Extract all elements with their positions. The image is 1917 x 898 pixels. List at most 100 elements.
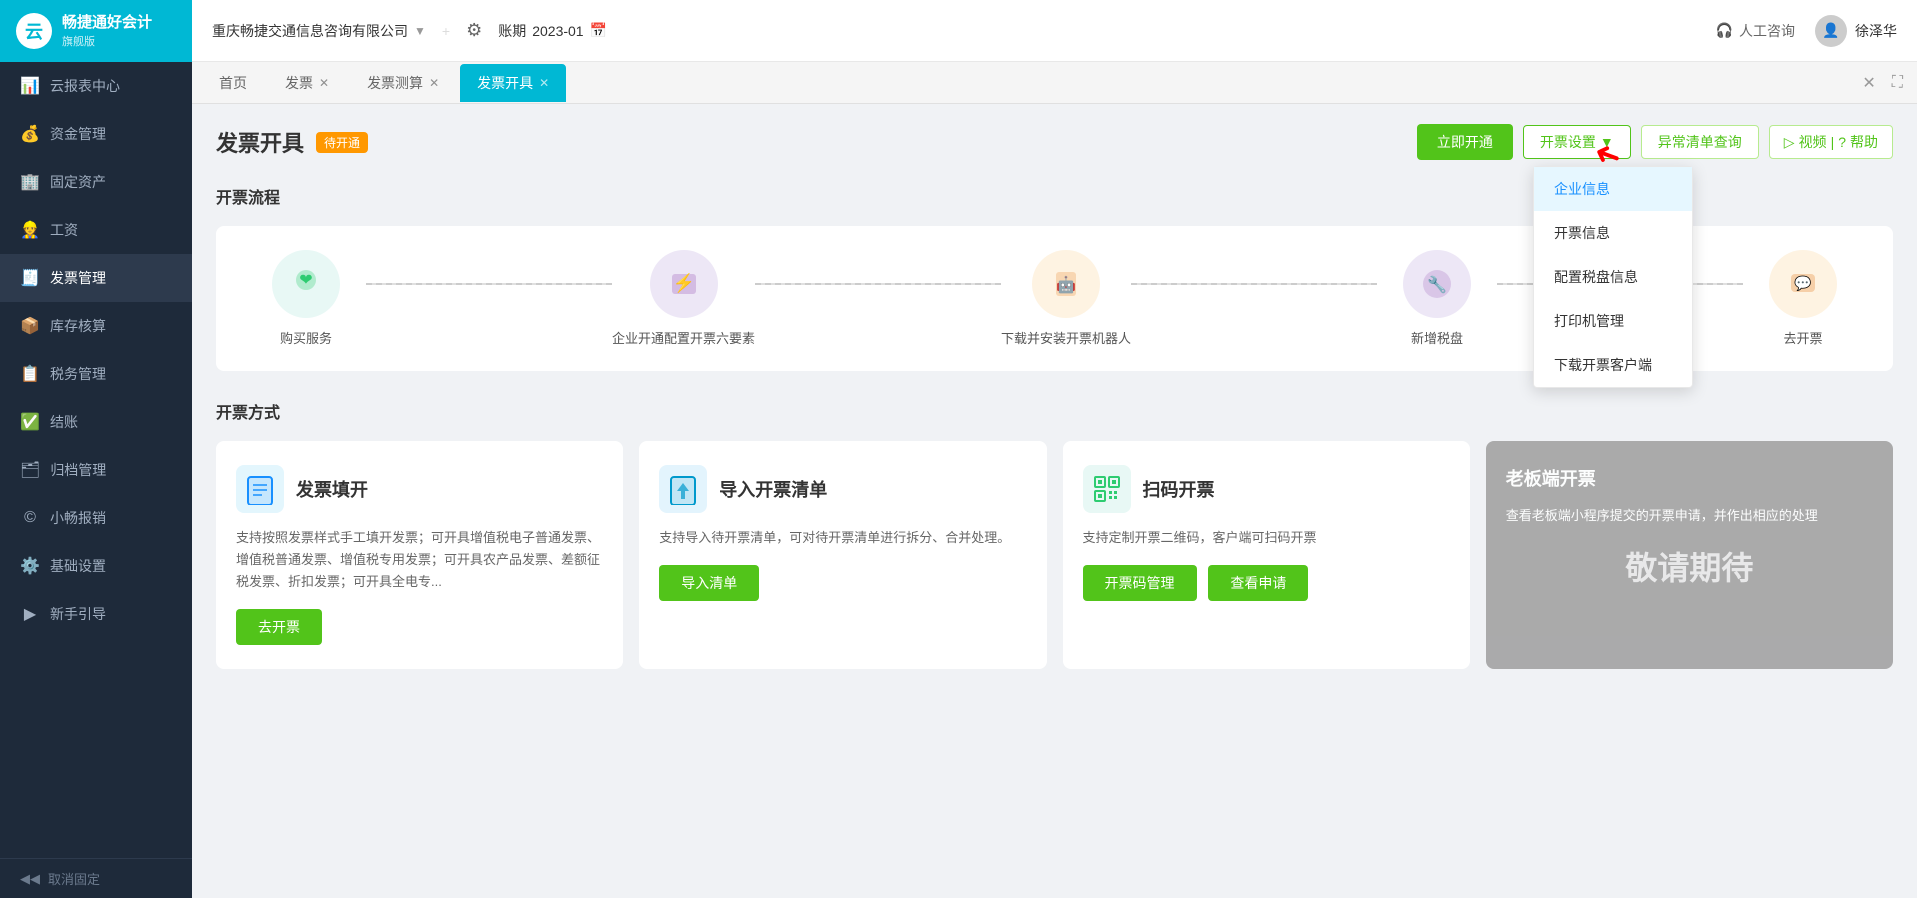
page-content: 发票开具 待开通 立即开通 开票设置 ▼ 异常清单查询 ▷ 视频 | ?: [192, 104, 1917, 898]
status-badge: 待开通: [316, 132, 368, 153]
period-text: 账期: [498, 21, 526, 41]
svg-text:❤: ❤: [299, 272, 312, 289]
main-area: 重庆畅捷交通信息咨询有限公司 ▼ + ⚙ 账期 2023-01 📅 🎧 人工咨询…: [192, 0, 1917, 898]
period-value: 2023-01: [532, 23, 583, 39]
sidebar-item-xiaochang[interactable]: © 小畅报销: [0, 494, 192, 542]
import-card-icon: [659, 465, 707, 513]
gongzi-icon: 👷: [20, 220, 40, 240]
peizhi-label: 配置税盘信息: [1554, 269, 1638, 285]
method-card-import: 导入开票清单 支持导入待开票清单，可对待开票清单进行拆分、合并处理。 导入清单: [639, 441, 1046, 669]
sidebar-item-zijin[interactable]: 💰 资金管理: [0, 110, 192, 158]
logo-icon: 云: [16, 13, 52, 49]
tabbar-actions: ✕ ⛶: [1858, 69, 1907, 97]
tab-fapiaokaiju[interactable]: 发票开具 ✕: [460, 64, 566, 102]
tab-fapiaocesuan-close[interactable]: ✕: [429, 76, 439, 90]
yunbao-icon: 📊: [20, 76, 40, 96]
sidebar-item-jiezhang[interactable]: ✅ 结账: [0, 398, 192, 446]
view-apply-btn[interactable]: 查看申请: [1208, 565, 1308, 601]
flow-step-qukaipiao: 💬 去开票: [1743, 250, 1863, 347]
sidebar-item-yunbao[interactable]: 📊 云报表中心: [0, 62, 192, 110]
sidebar-item-label: 固定资产: [50, 172, 106, 192]
scan-code-btn[interactable]: 开票码管理: [1083, 565, 1197, 601]
flow-connector-2: [755, 283, 1001, 315]
kaipiao-label: 开票信息: [1554, 225, 1610, 241]
method-card-fill: 发票填开 支持按照发票样式手工填开发票；可开具增值税电子普通发票、增值税普通发票…: [216, 441, 623, 669]
dayinji-label: 打印机管理: [1554, 313, 1624, 329]
dropdown-item-peizhi[interactable]: 配置税盘信息: [1534, 255, 1692, 299]
play-icon: ▷: [1784, 134, 1795, 151]
import-card-btn[interactable]: 导入清单: [659, 565, 759, 601]
flow-step-qiyekaipiao: ⚡ 企业开通配置开票六要素: [612, 250, 755, 347]
sidebar-item-jichu[interactable]: ⚙️ 基础设置: [0, 542, 192, 590]
calendar-icon: 📅: [590, 22, 607, 39]
method-boss-header: 老板端开票: [1506, 465, 1873, 491]
topbar-right: 🎧 人工咨询 👤 徐泽华: [1716, 15, 1897, 47]
sidebar-bottom-action[interactable]: ◀◀ 取消固定: [0, 858, 192, 898]
jiezhang-icon: ✅: [20, 412, 40, 432]
company-selector[interactable]: 重庆畅捷交通信息咨询有限公司 ▼: [212, 21, 426, 41]
fill-card-desc: 支持按照发票样式手工填开发票；可开具增值税电子普通发票、增值税普通发票、增值税专…: [236, 527, 603, 593]
settings-icon[interactable]: ⚙: [466, 20, 482, 41]
sidebar-item-guidang[interactable]: 🗂 归档管理: [0, 446, 192, 494]
company-dropdown-icon: ▼: [414, 24, 426, 38]
flow-connector-1: [366, 283, 612, 315]
divider: |: [1831, 134, 1835, 150]
cancel-fixed-icon: ◀◀: [20, 871, 40, 887]
sidebar-item-gongzi[interactable]: 👷 工资: [0, 206, 192, 254]
activate-button[interactable]: 立即开通: [1417, 124, 1513, 160]
fill-card-icon: [236, 465, 284, 513]
tab-home[interactable]: 首页: [202, 64, 264, 102]
abnormal-button[interactable]: 异常清单查询: [1641, 125, 1759, 159]
scan-card-title: 扫码开票: [1143, 476, 1215, 502]
jichu-icon: ⚙️: [20, 556, 40, 576]
dropdown-item-kaipiao[interactable]: 开票信息: [1534, 211, 1692, 255]
methods-section: 开票方式 发票填开 支持按照发票样式手工填开发票；可开具增值税电子普通发票、增值…: [216, 399, 1893, 669]
tab-fapiao-close[interactable]: ✕: [319, 76, 329, 90]
fill-card-btn[interactable]: 去开票: [236, 609, 322, 645]
sidebar-item-label: 结账: [50, 412, 78, 432]
xincheng-label: 新增税盘: [1411, 328, 1463, 347]
sidebar-item-kucun[interactable]: 📦 库存核算: [0, 302, 192, 350]
sidebar-item-gudingzichan[interactable]: 🏢 固定资产: [0, 158, 192, 206]
import-card-footer: 导入清单: [659, 565, 1026, 601]
dropdown-item-xiazai[interactable]: 下载开票客户端: [1534, 343, 1692, 387]
sidebar-item-label: 资金管理: [50, 124, 106, 144]
sidebar-item-fapiao[interactable]: 🧾 发票管理: [0, 254, 192, 302]
method-scan-header: 扫码开票: [1083, 465, 1450, 513]
tab-home-label: 首页: [219, 73, 247, 93]
import-card-desc: 支持导入待开票清单，可对待开票清单进行拆分、合并处理。: [659, 527, 1026, 549]
dropdown-item-dayinji[interactable]: 打印机管理: [1534, 299, 1692, 343]
close-tab-btn[interactable]: ✕: [1858, 69, 1879, 97]
sidebar-item-shuiwu[interactable]: 📋 税务管理: [0, 350, 192, 398]
sidebar-item-label: 归档管理: [50, 460, 106, 480]
consult-button[interactable]: 🎧 人工咨询: [1716, 21, 1795, 41]
tab-fapiaocesuan[interactable]: 发票测算 ✕: [350, 64, 456, 102]
sidebar-item-xinshou[interactable]: ▶ 新手引导: [0, 590, 192, 638]
method-import-header: 导入开票清单: [659, 465, 1026, 513]
gudingzichan-icon: 🏢: [20, 172, 40, 192]
topbar: 重庆畅捷交通信息咨询有限公司 ▼ + ⚙ 账期 2023-01 📅 🎧 人工咨询…: [192, 0, 1917, 62]
import-card-title: 导入开票清单: [719, 476, 827, 502]
period-label: 账期 2023-01 📅: [498, 21, 607, 41]
user-info[interactable]: 👤 徐泽华: [1815, 15, 1897, 47]
xiazai-label: 下载并安装开票机器人: [1001, 328, 1131, 347]
tabbar: 首页 发票 ✕ 发票测算 ✕ 发票开具 ✕ ✕ ⛶: [192, 62, 1917, 104]
flow-step-goumai: ❤ 购买服务: [246, 250, 366, 347]
sidebar-logo: 云 畅捷通好会计 旗舰版: [0, 0, 192, 62]
help-label: 帮助: [1850, 132, 1878, 152]
xiazai-icon: 🤖: [1032, 250, 1100, 318]
page-title-area: 发票开具 待开通: [216, 126, 368, 158]
help-button[interactable]: ▷ 视频 | ? 帮助: [1769, 125, 1893, 159]
tab-fapiao[interactable]: 发票 ✕: [268, 64, 346, 102]
sidebar-scroll: 📊 云报表中心 💰 资金管理 🏢 固定资产 👷 工资 🧾 发票管理 📦 库存核算…: [0, 62, 192, 858]
qiye-label: 企业信息: [1554, 181, 1610, 197]
xiazai-label: 下载开票客户端: [1554, 357, 1652, 373]
qukaipiao-label: 去开票: [1784, 328, 1823, 347]
maximize-btn[interactable]: ⛶: [1888, 70, 1907, 96]
tab-fapiaokaiju-close[interactable]: ✕: [539, 76, 549, 90]
scan-card-footer: 开票码管理 查看申请: [1083, 565, 1450, 601]
methods-title: 开票方式: [216, 399, 1893, 423]
goumai-label: 购买服务: [280, 328, 332, 347]
xinshou-icon: ▶: [20, 604, 40, 624]
zijin-icon: 💰: [20, 124, 40, 144]
